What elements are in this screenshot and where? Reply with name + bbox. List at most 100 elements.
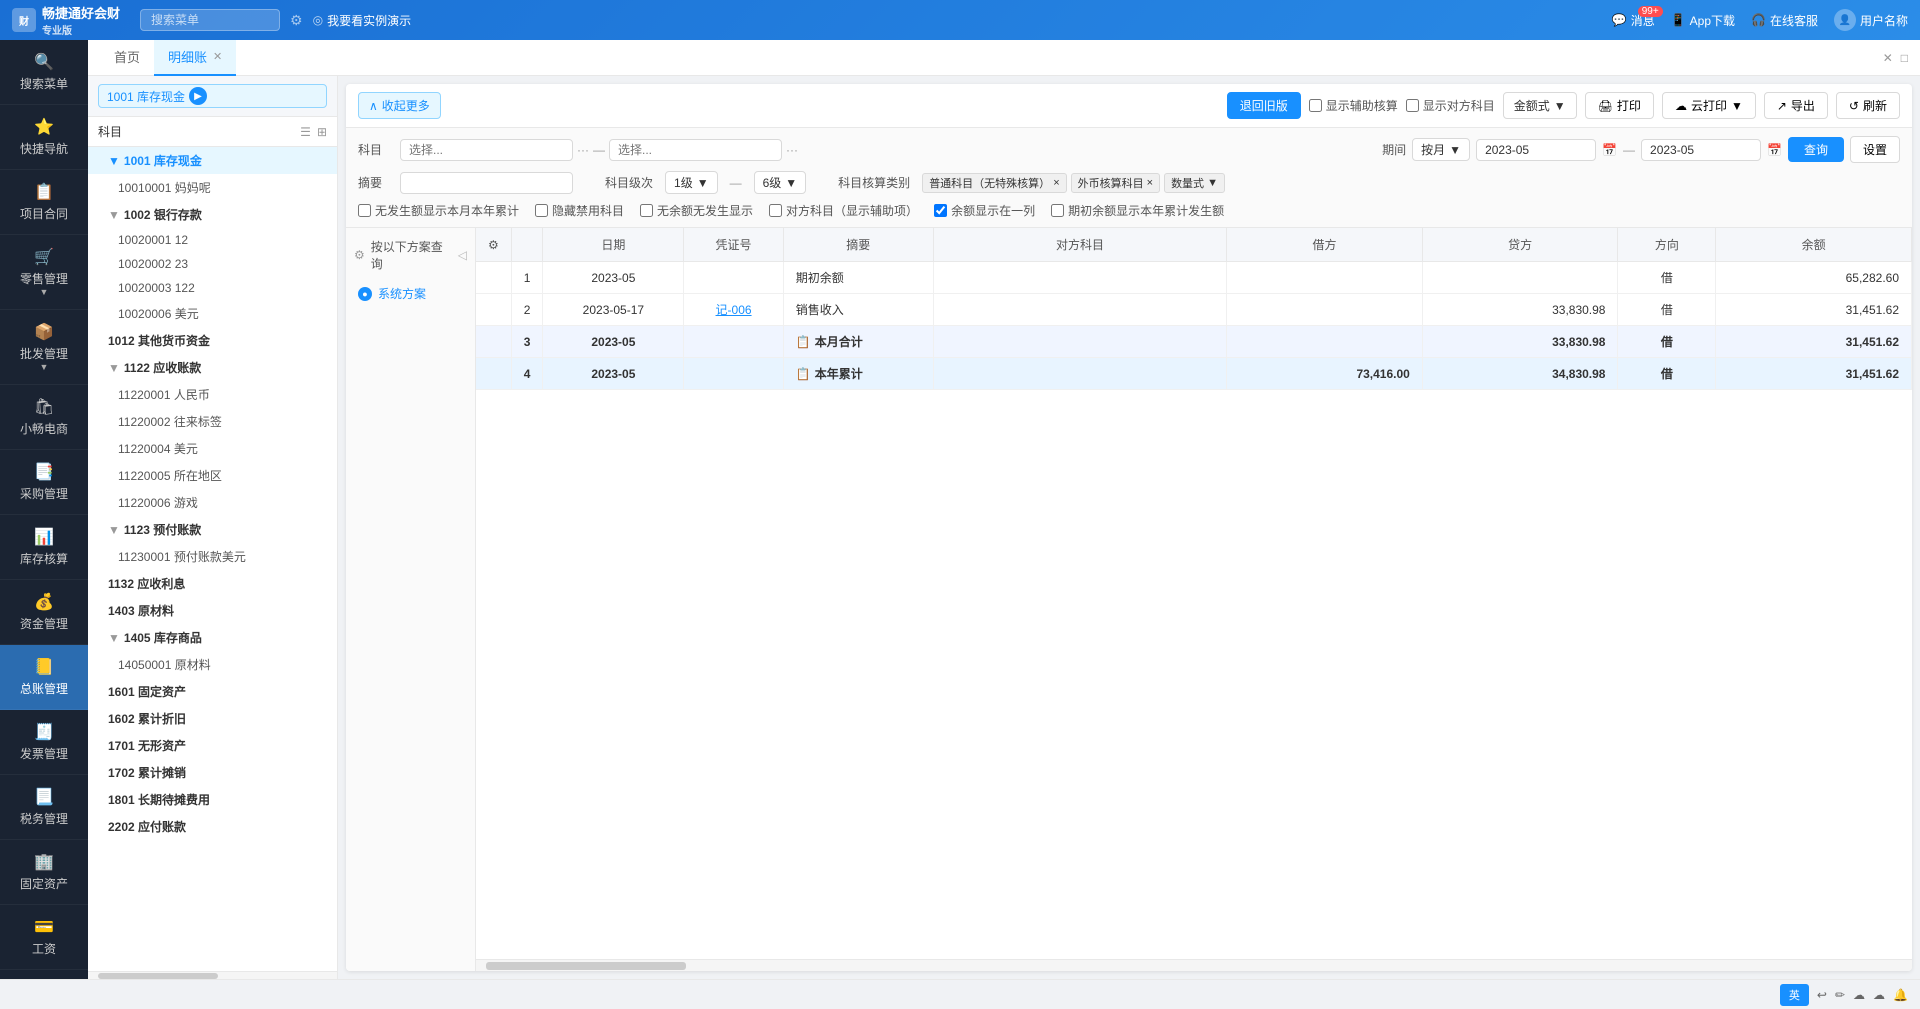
amount-format-dropdown[interactable]: 金额式 ▼ [1503, 92, 1577, 119]
sidebar-item-invoice[interactable]: 🧾 发票管理 [0, 710, 88, 775]
show-opposite-input[interactable] [1406, 99, 1419, 112]
current-account-tag[interactable]: 1001 库存现金 ▶ [98, 84, 327, 108]
checkbox-hide-disabled[interactable]: 隐藏禁用科目 [535, 202, 624, 219]
tree-item-10020001[interactable]: 10020001 12 [88, 228, 337, 252]
sidebar-item-retail[interactable]: 🛒 零售管理 ▼ [0, 235, 88, 310]
tree-item-10020003[interactable]: 10020003 122 [88, 276, 337, 300]
sidebar-item-tax[interactable]: 📃 税务管理 [0, 775, 88, 840]
status-icon-4[interactable]: ☁ [1873, 988, 1885, 1002]
tree-item-1801[interactable]: 1801 长期待摊费用 [88, 786, 337, 813]
tree-item-11220002[interactable]: 11220002 往来标签 [88, 408, 337, 435]
checkbox-no-balance[interactable]: 无余额无发生显示 [640, 202, 753, 219]
tree-item-1001[interactable]: ▼ 1001 库存现金 [88, 147, 337, 174]
tree-view-icon[interactable]: ⊞ [317, 125, 327, 139]
level-start-dropdown[interactable]: 1级 ▼ [665, 171, 718, 194]
tab-home[interactable]: 首页 [100, 40, 154, 76]
refresh-button[interactable]: ↺ 刷新 [1836, 92, 1900, 119]
sidebar-item-wholesale[interactable]: 📦 批发管理 ▼ [0, 310, 88, 385]
checkbox-opening-balance[interactable]: 期初余额显示本年累计发生额 [1051, 202, 1224, 219]
sidebar-item-ecommerce[interactable]: 🛍 小畅电商 [0, 385, 88, 450]
tag-foreign-currency[interactable]: 外币核算科目 × [1071, 173, 1160, 193]
tree-item-10010001[interactable]: 10010001 妈妈呢 [88, 174, 337, 201]
cloud-print-button[interactable]: ☁ 云打印 ▼ [1662, 92, 1756, 119]
table-settings-icon[interactable]: ⚙ [488, 238, 499, 252]
tree-item-1701[interactable]: 1701 无形资产 [88, 732, 337, 759]
status-icon-5[interactable]: 🔔 [1893, 988, 1908, 1002]
export-button[interactable]: ↗ 导出 [1764, 92, 1828, 119]
checkbox-opposite-subject-input[interactable] [769, 204, 782, 217]
tree-item-14050001[interactable]: 14050001 原材料 [88, 651, 337, 678]
sidebar-item-salary[interactable]: 💳 工资 [0, 905, 88, 970]
show-opposite-checkbox[interactable]: 显示对方科目 [1406, 97, 1495, 114]
account-scroll-thumb[interactable] [98, 973, 218, 979]
calendar-icon-2[interactable]: 📅 [1767, 143, 1782, 157]
sidebar-item-capital[interactable]: 💰 资金管理 [0, 580, 88, 645]
status-icon-1[interactable]: ↩ [1817, 988, 1827, 1002]
checkbox-opening-balance-input[interactable] [1051, 204, 1064, 217]
window-maximize-button[interactable]: □ [1901, 51, 1908, 65]
period-end-input[interactable] [1641, 139, 1761, 161]
language-button[interactable]: 英 [1780, 984, 1809, 1006]
show-assist-input[interactable] [1309, 99, 1322, 112]
sidebar-item-inventory[interactable]: 📊 库存核算 [0, 515, 88, 580]
tag-quantity[interactable]: 数量式 ▼ [1164, 173, 1225, 193]
filter-settings-button[interactable]: 设置 [1850, 136, 1900, 163]
tree-item-10020006[interactable]: 10020006 美元 [88, 300, 337, 327]
status-icon-2[interactable]: ✏ [1835, 988, 1845, 1002]
tree-item-11220001[interactable]: 11220001 人民币 [88, 381, 337, 408]
tab-detail[interactable]: 明细账 ✕ [154, 40, 236, 76]
tree-item-1132[interactable]: 1132 应收利息 [88, 570, 337, 597]
sidebar-item-quick-nav[interactable]: ⭐ 快捷导航 [0, 105, 88, 170]
tree-item-1405[interactable]: ▼ 1405 库存商品 [88, 624, 337, 651]
tab-detail-close[interactable]: ✕ [213, 50, 222, 63]
tree-item-1122[interactable]: ▼ 1122 应收账款 [88, 354, 337, 381]
tree-item-11220004[interactable]: 11220004 美元 [88, 435, 337, 462]
checkbox-opposite-subject[interactable]: 对方科目（显示辅助项） [769, 202, 918, 219]
tree-item-1403[interactable]: 1403 原材料 [88, 597, 337, 624]
schema-collapse-icon[interactable]: ◁ [458, 248, 467, 262]
sidebar-item-project[interactable]: 📋 项目合同 [0, 170, 88, 235]
status-icon-3[interactable]: ☁ [1853, 988, 1865, 1002]
period-type-dropdown[interactable]: 按月 ▼ [1412, 138, 1470, 161]
summary-input[interactable] [400, 172, 573, 194]
sidebar-item-operation[interactable]: 📈 经营管理 [0, 970, 88, 979]
sidebar-item-ledger[interactable]: 📒 总账管理 [0, 645, 88, 710]
settings-schema-icon[interactable]: ⚙ [354, 248, 365, 262]
table-scroll-thumb[interactable] [486, 962, 686, 970]
settings-icon[interactable]: ⚙ [290, 12, 303, 29]
list-view-icon[interactable]: ☰ [300, 125, 311, 139]
tree-item-1602[interactable]: 1602 累计折旧 [88, 705, 337, 732]
td-voucher[interactable]: 记-006 [684, 294, 784, 326]
back-old-version-button[interactable]: 退回旧版 [1227, 92, 1301, 119]
sidebar-item-purchase[interactable]: 📑 采购管理 [0, 450, 88, 515]
checkbox-no-balance-input[interactable] [640, 204, 653, 217]
print-button[interactable]: 🖨 打印 [1585, 92, 1654, 119]
tree-item-11230001[interactable]: 11230001 预付账款美元 [88, 543, 337, 570]
demo-link[interactable]: ◎ 我要看实例演示 [313, 12, 412, 29]
level-end-dropdown[interactable]: 6级 ▼ [754, 171, 807, 194]
checkbox-no-amount-input[interactable] [358, 204, 371, 217]
tree-item-10020002[interactable]: 10020002 23 [88, 252, 337, 276]
subject-start-input[interactable] [400, 139, 573, 161]
checkbox-hide-disabled-input[interactable] [535, 204, 548, 217]
tree-item-2202[interactable]: 2202 应付账款 [88, 813, 337, 840]
tree-item-11220006[interactable]: 11220006 游戏 [88, 489, 337, 516]
voucher-link[interactable]: 记-006 [716, 303, 752, 317]
calendar-icon[interactable]: 📅 [1602, 143, 1617, 157]
query-button[interactable]: 查询 [1788, 137, 1844, 162]
checkbox-balance-in-one[interactable]: 余额显示在一列 [934, 202, 1035, 219]
sidebar-item-search[interactable]: 🔍 搜索菜单 [0, 40, 88, 105]
tag-close-icon[interactable]: × [1053, 177, 1059, 189]
tag-normal-subject[interactable]: 普通科目（无特殊核算） × [922, 173, 1066, 193]
app-download-button[interactable]: 📱 App下载 [1671, 12, 1735, 29]
tree-item-1002[interactable]: ▼ 1002 银行存款 [88, 201, 337, 228]
subject-end-input[interactable] [609, 139, 782, 161]
show-assist-checkbox[interactable]: 显示辅助核算 [1309, 97, 1398, 114]
schema-system-item[interactable]: ● 系统方案 [354, 280, 467, 307]
tree-item-1601[interactable]: 1601 固定资产 [88, 678, 337, 705]
sidebar-item-assets[interactable]: 🏢 固定资产 [0, 840, 88, 905]
search-input[interactable] [140, 9, 280, 31]
account-nav-arrow[interactable]: ▶ [189, 87, 207, 105]
checkbox-no-amount[interactable]: 无发生额显示本月本年累计 [358, 202, 519, 219]
period-start-input[interactable] [1476, 139, 1596, 161]
